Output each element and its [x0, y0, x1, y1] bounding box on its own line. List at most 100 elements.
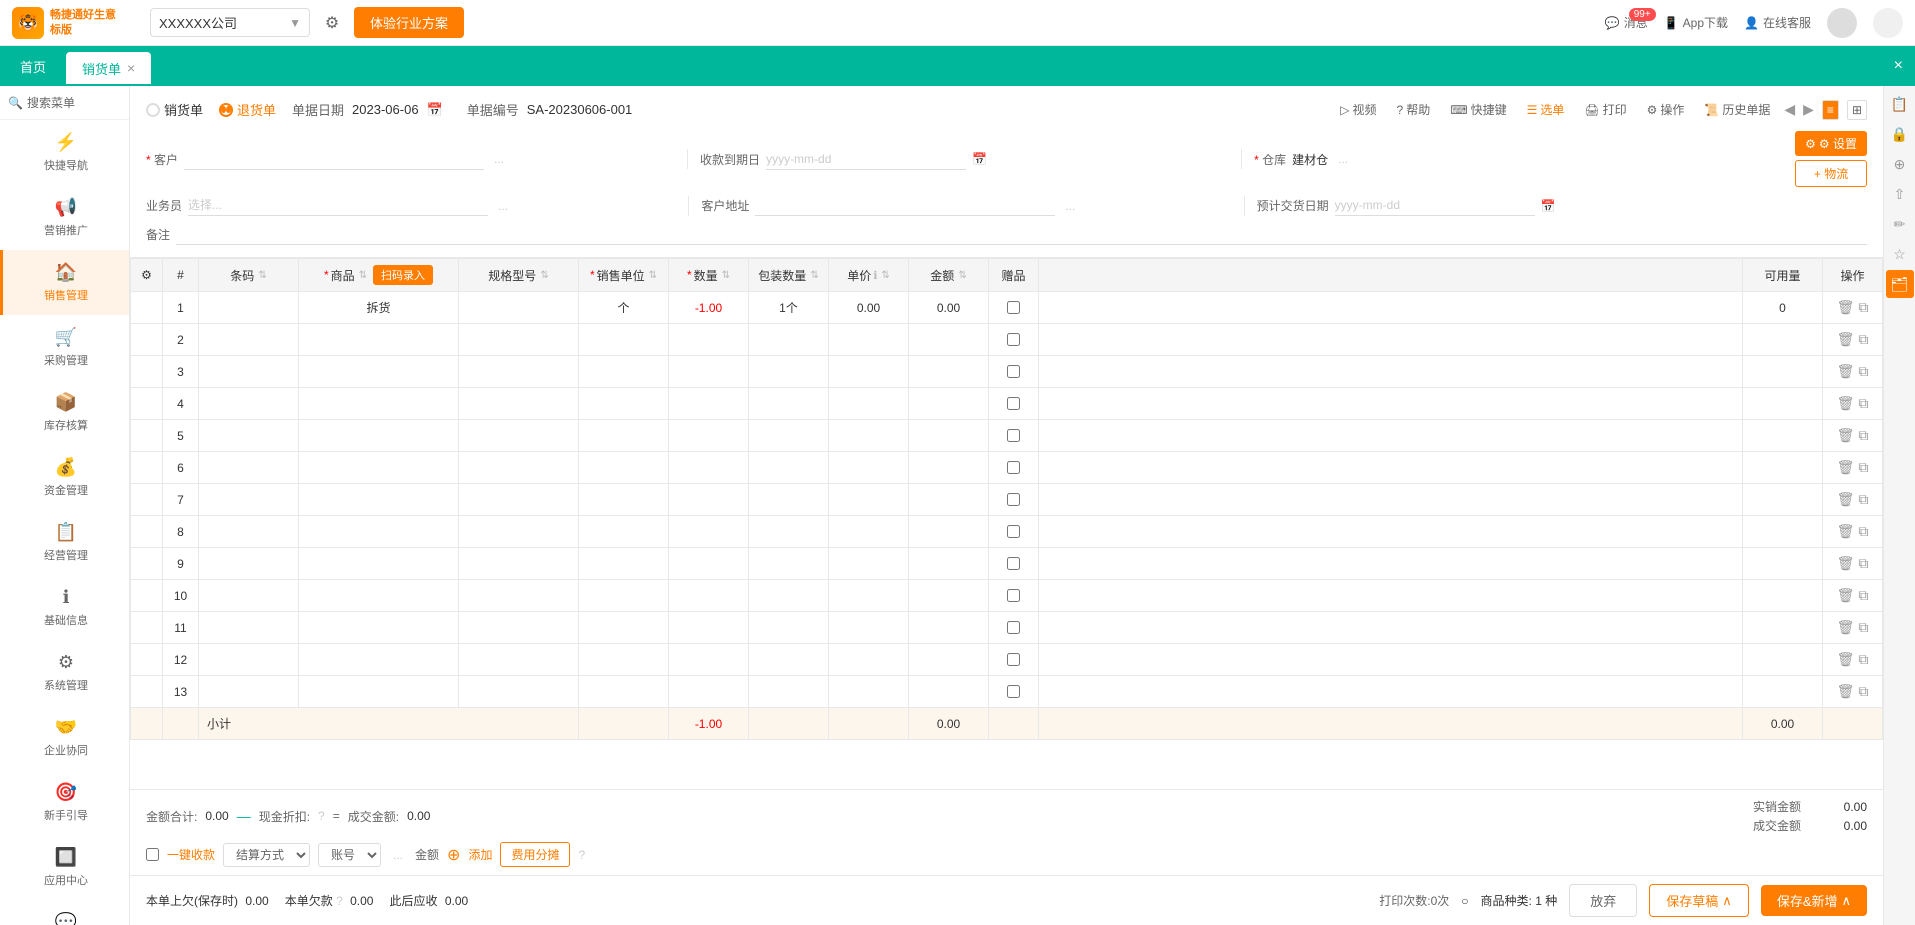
row-amount[interactable] — [909, 484, 989, 516]
row-pkgqty[interactable] — [749, 548, 829, 580]
delete-icon[interactable]: 🗑 — [1837, 331, 1855, 348]
row-barcode[interactable] — [199, 676, 299, 708]
row-pkgqty[interactable] — [749, 452, 829, 484]
add-label[interactable]: 添加 — [468, 846, 492, 863]
row-pkgqty[interactable] — [749, 676, 829, 708]
row-price[interactable] — [829, 644, 909, 676]
row-settings[interactable] — [131, 580, 163, 612]
sidebar-item-system[interactable]: ⚙ 系统管理 — [0, 640, 129, 705]
copy-icon[interactable]: ⧉ — [1858, 523, 1868, 540]
row-amount[interactable] — [909, 324, 989, 356]
delete-icon[interactable]: 🗑 — [1837, 299, 1855, 316]
row-barcode[interactable] — [199, 324, 299, 356]
row-price[interactable] — [829, 548, 909, 580]
radio-return-order[interactable]: 退货单 — [219, 100, 276, 119]
select-btn[interactable]: ☰ 选单 — [1521, 98, 1571, 121]
customer-dots-btn[interactable]: ... — [490, 152, 508, 166]
row-gift[interactable] — [989, 484, 1039, 516]
row-unit[interactable] — [579, 644, 669, 676]
row-gift[interactable] — [989, 324, 1039, 356]
delete-icon[interactable]: 🗑 — [1837, 683, 1855, 700]
row-spec[interactable] — [459, 580, 579, 612]
service-button[interactable]: 👤 在线客服 — [1744, 14, 1811, 31]
sidebar-item-guide[interactable]: 🎯 新手引导 — [0, 770, 129, 835]
row-spec[interactable] — [459, 676, 579, 708]
account-dots[interactable]: ... — [389, 848, 407, 862]
th-pkgqty[interactable]: 包装数量 ⇅ — [749, 259, 829, 292]
row-gift[interactable] — [989, 644, 1039, 676]
tab-close-icon[interactable]: × — [127, 60, 135, 76]
th-price[interactable]: 单价 ℹ ⇅ — [829, 259, 909, 292]
warehouse-dots-btn[interactable]: ... — [1334, 152, 1352, 166]
row-price[interactable] — [829, 356, 909, 388]
note-input[interactable] — [176, 224, 1867, 245]
row-pkgqty[interactable] — [749, 484, 829, 516]
sidebar-item-inventory[interactable]: 📦 库存核算 — [0, 380, 129, 445]
save-new-button[interactable]: 保存&新增 ∧ — [1761, 885, 1867, 916]
shortcut-btn[interactable]: ⌨ 快捷键 — [1444, 98, 1512, 121]
row-qty[interactable] — [669, 612, 749, 644]
customer-input[interactable] — [184, 149, 484, 170]
row-product[interactable] — [299, 644, 459, 676]
row-unit[interactable] — [579, 516, 669, 548]
copy-icon[interactable]: ⧉ — [1858, 619, 1868, 636]
one-click-payment-label[interactable]: 一键收款 — [167, 846, 215, 863]
copy-icon[interactable]: ⧉ — [1858, 651, 1868, 668]
row-unit[interactable] — [579, 420, 669, 452]
settings-gear-icon[interactable]: ⚙ — [318, 9, 346, 37]
row-product[interactable] — [299, 612, 459, 644]
row-qty[interactable] — [669, 356, 749, 388]
row-unit[interactable] — [579, 676, 669, 708]
row-product[interactable] — [299, 452, 459, 484]
logistics-button[interactable]: + 物流 — [1795, 160, 1867, 187]
right-panel-btn-3[interactable]: ⊕ — [1886, 150, 1914, 178]
copy-icon[interactable]: ⧉ — [1858, 555, 1868, 572]
row-spec[interactable] — [459, 388, 579, 420]
row-spec[interactable] — [459, 516, 579, 548]
row-gift[interactable] — [989, 548, 1039, 580]
row-gift[interactable] — [989, 516, 1039, 548]
row-gift[interactable] — [989, 452, 1039, 484]
row-barcode[interactable] — [199, 580, 299, 612]
save-draft-button[interactable]: 保存草稿 ∧ — [1649, 884, 1749, 917]
avatar[interactable] — [1827, 8, 1857, 38]
salesperson-dots-btn[interactable]: ... — [494, 199, 512, 213]
copy-icon[interactable]: ⧉ — [1858, 491, 1868, 508]
message-button[interactable]: 💬 消息 99+ — [1605, 14, 1648, 31]
row-amount[interactable] — [909, 644, 989, 676]
expense-button[interactable]: 费用分摊 — [500, 842, 570, 867]
row-qty[interactable] — [669, 484, 749, 516]
row-unit[interactable] — [579, 484, 669, 516]
row-barcode[interactable] — [199, 292, 299, 324]
row-qty[interactable] — [669, 324, 749, 356]
row-settings[interactable] — [131, 548, 163, 580]
copy-icon[interactable]: ⧉ — [1858, 427, 1868, 444]
row-gift[interactable] — [989, 612, 1039, 644]
row-settings[interactable] — [131, 420, 163, 452]
row-settings[interactable] — [131, 356, 163, 388]
row-gift[interactable] — [989, 388, 1039, 420]
row-amount[interactable] — [909, 388, 989, 420]
copy-icon[interactable]: ⧉ — [1858, 299, 1868, 316]
action-btn[interactable]: ⚙ 操作 — [1641, 98, 1691, 121]
th-unit[interactable]: * 销售单位 ⇅ — [579, 259, 669, 292]
row-pkgqty[interactable] — [749, 644, 829, 676]
abandon-button[interactable]: 放弃 — [1569, 884, 1637, 917]
trial-button[interactable]: 体验行业方案 — [354, 7, 464, 38]
row-spec[interactable] — [459, 644, 579, 676]
nav-next-icon[interactable]: ▶ — [1803, 101, 1814, 118]
view-list-btn[interactable]: ≡ — [1822, 100, 1839, 120]
row-gift[interactable] — [989, 292, 1039, 324]
row-product[interactable] — [299, 516, 459, 548]
copy-icon[interactable]: ⧉ — [1858, 587, 1868, 604]
row-product[interactable] — [299, 580, 459, 612]
customer-addr-dots-btn[interactable]: ... — [1061, 199, 1079, 213]
delete-icon[interactable]: 🗑 — [1837, 427, 1855, 444]
row-unit[interactable] — [579, 612, 669, 644]
row-price[interactable] — [829, 580, 909, 612]
row-settings[interactable] — [131, 484, 163, 516]
th-qty[interactable]: * 数量 ⇅ — [669, 259, 749, 292]
radio-sale-order[interactable]: 销货单 — [146, 100, 203, 119]
calendar-icon[interactable]: 📅 — [427, 102, 443, 118]
row-unit[interactable] — [579, 580, 669, 612]
